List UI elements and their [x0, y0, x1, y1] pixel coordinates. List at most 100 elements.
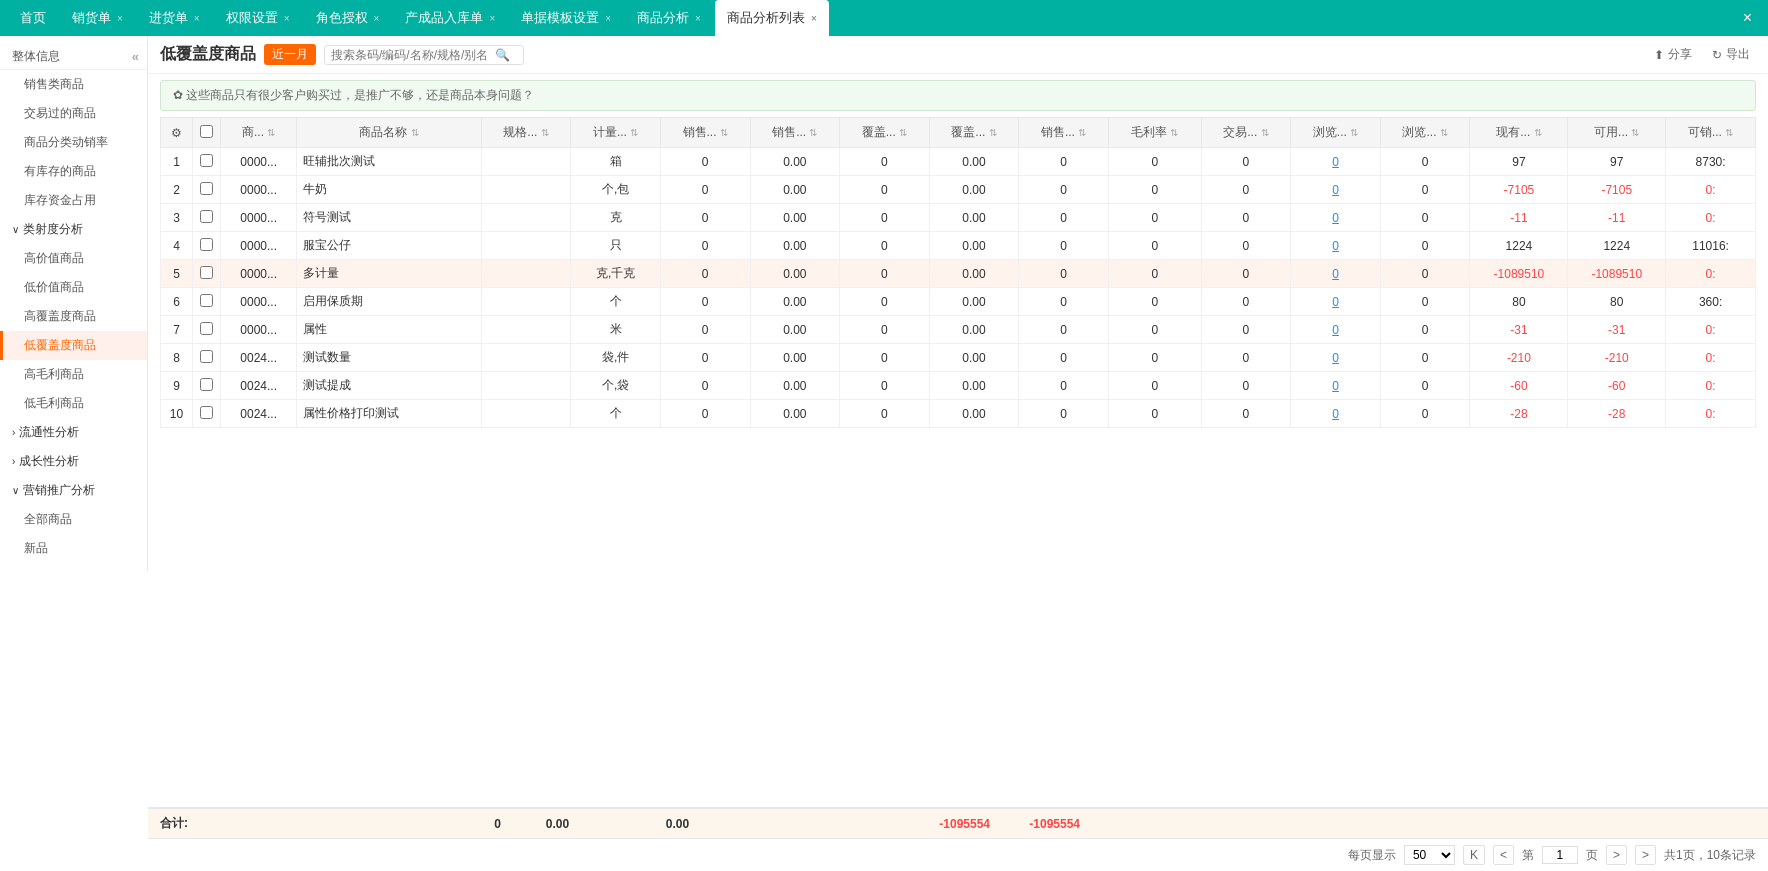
row-checkbox[interactable]	[193, 176, 221, 204]
row-browse1[interactable]: 0	[1291, 204, 1381, 232]
cover1-col-header[interactable]: 覆盖... ⇅	[840, 118, 930, 148]
sidebar-section-marketing-header[interactable]: ∨ 营销推广分析	[0, 476, 147, 505]
nav-tab-analysis-list[interactable]: 商品分析列表 ×	[715, 0, 829, 36]
available-stock-col-header[interactable]: 可用... ⇅	[1568, 118, 1666, 148]
close-icon[interactable]: ×	[811, 13, 817, 24]
next-page-button[interactable]: >	[1606, 845, 1627, 865]
gross-margin-col-header[interactable]: 毛利率 ⇅	[1108, 118, 1201, 148]
row-code: 0000...	[221, 288, 297, 316]
page-number-input[interactable]	[1542, 846, 1578, 864]
nav-tab-products[interactable]: 产成品入库单 ×	[393, 0, 507, 36]
sales-amount-col-header[interactable]: 销售... ⇅	[750, 118, 840, 148]
nav-tab-analysis[interactable]: 商品分析 ×	[625, 0, 713, 36]
row-num: 10	[161, 400, 193, 428]
sidebar-item-low-margin[interactable]: 低毛利商品	[0, 389, 147, 418]
row-browse1[interactable]: 0	[1291, 260, 1381, 288]
period-button[interactable]: 近一月	[264, 44, 316, 65]
top-navigation: 首页 销货单 × 进货单 × 权限设置 × 角色授权 × 产成品入库单 × 单据…	[0, 0, 1768, 36]
nav-tab-permissions[interactable]: 权限设置 ×	[214, 0, 302, 36]
row-sellable: 0:	[1666, 316, 1756, 344]
row-cover2: 0.00	[929, 288, 1019, 316]
row-unit: 个,袋	[571, 372, 661, 400]
close-icon[interactable]: ×	[194, 13, 200, 24]
search-input[interactable]	[331, 48, 491, 62]
last-page-button[interactable]: >	[1635, 845, 1656, 865]
search-icon[interactable]: 🔍	[495, 48, 510, 62]
row-checkbox[interactable]	[193, 288, 221, 316]
row-browse1[interactable]: 0	[1291, 176, 1381, 204]
close-icon[interactable]: ×	[605, 13, 611, 24]
sidebar-section-growth-header[interactable]: › 成长性分析	[0, 447, 147, 476]
settings-col-header[interactable]: ⚙	[161, 118, 193, 148]
row-checkbox[interactable]	[193, 204, 221, 232]
row-checkbox[interactable]	[193, 372, 221, 400]
current-stock-col-header[interactable]: 现有... ⇅	[1470, 118, 1568, 148]
sellable-col-header[interactable]: 可销... ⇅	[1666, 118, 1756, 148]
spec-col-header[interactable]: 规格... ⇅	[481, 118, 571, 148]
close-icon[interactable]: ×	[117, 13, 123, 24]
row-checkbox[interactable]	[193, 400, 221, 428]
sidebar-section-coverage-header[interactable]: ∨ 类射度分析	[0, 215, 147, 244]
row-cover2: 0.00	[929, 148, 1019, 176]
nav-tab-templates[interactable]: 单据模板设置 ×	[509, 0, 623, 36]
row-code: 0000...	[221, 260, 297, 288]
row-browse1[interactable]: 0	[1291, 232, 1381, 260]
sidebar-item-low-coverage[interactable]: 低覆盖度商品	[0, 331, 147, 360]
row-available-stock: 97	[1568, 148, 1666, 176]
row-checkbox[interactable]	[193, 344, 221, 372]
sales-qty-col-header[interactable]: 销售... ⇅	[660, 118, 750, 148]
row-browse1[interactable]: 0	[1291, 344, 1381, 372]
sidebar-item-category-rate[interactable]: 商品分类动销率	[0, 128, 147, 157]
window-close-button[interactable]: ×	[1735, 5, 1760, 31]
row-browse1[interactable]: 0	[1291, 400, 1381, 428]
sales3-col-header[interactable]: 销售... ⇅	[1019, 118, 1109, 148]
cover2-col-header[interactable]: 覆盖... ⇅	[929, 118, 1019, 148]
row-browse1[interactable]: 0	[1291, 372, 1381, 400]
close-icon[interactable]: ×	[489, 13, 495, 24]
row-sales-qty: 0	[660, 288, 750, 316]
sidebar-section-circulation-header[interactable]: › 流通性分析	[0, 418, 147, 447]
row-checkbox[interactable]	[193, 316, 221, 344]
sidebar-item-high-margin[interactable]: 高毛利商品	[0, 360, 147, 389]
table-row: 5 0000... 多计量 克,千克 0 0.00 0 0.00 0 0 0 0…	[161, 260, 1756, 288]
select-all-checkbox[interactable]	[200, 125, 213, 138]
sidebar-item-all-goods[interactable]: 全部商品	[0, 505, 147, 534]
sidebar-header-label: 整体信息	[12, 48, 60, 65]
per-page-select[interactable]: 50 20 100	[1404, 845, 1455, 865]
first-page-button[interactable]: K	[1463, 845, 1485, 865]
share-button[interactable]: ⬆ 分享	[1648, 44, 1698, 65]
transaction-col-header[interactable]: 交易... ⇅	[1201, 118, 1291, 148]
close-icon[interactable]: ×	[695, 13, 701, 24]
sidebar-collapse-button[interactable]: «	[132, 49, 139, 64]
row-checkbox[interactable]	[193, 232, 221, 260]
row-browse2: 0	[1380, 400, 1470, 428]
unit-col-header[interactable]: 计量... ⇅	[571, 118, 661, 148]
browse2-col-header[interactable]: 浏览... ⇅	[1380, 118, 1470, 148]
export-button[interactable]: ↻ 导出	[1706, 44, 1756, 65]
sidebar-item-low-value[interactable]: 低价值商品	[0, 273, 147, 302]
sidebar-item-stocked-goods[interactable]: 有库存的商品	[0, 157, 147, 186]
nav-tab-roles[interactable]: 角色授权 ×	[304, 0, 392, 36]
sidebar-item-traded-goods[interactable]: 交易过的商品	[0, 99, 147, 128]
prev-page-button[interactable]: <	[1493, 845, 1514, 865]
sidebar-item-high-coverage[interactable]: 高覆盖度商品	[0, 302, 147, 331]
close-icon[interactable]: ×	[284, 13, 290, 24]
sidebar-item-new-goods[interactable]: 新品	[0, 534, 147, 563]
row-browse1[interactable]: 0	[1291, 288, 1381, 316]
row-browse1[interactable]: 0	[1291, 316, 1381, 344]
close-icon[interactable]: ×	[374, 13, 380, 24]
sidebar-item-stock-capital[interactable]: 库存资金占用	[0, 186, 147, 215]
row-browse1[interactable]: 0	[1291, 148, 1381, 176]
row-checkbox[interactable]	[193, 148, 221, 176]
nav-tab-sales[interactable]: 销货单 ×	[60, 0, 135, 36]
nav-tab-home[interactable]: 首页	[8, 0, 58, 36]
nav-tab-purchase[interactable]: 进货单 ×	[137, 0, 212, 36]
code-col-header[interactable]: 商... ⇅	[221, 118, 297, 148]
row-checkbox[interactable]	[193, 260, 221, 288]
sidebar-item-high-value[interactable]: 高价值商品	[0, 244, 147, 273]
row-num: 1	[161, 148, 193, 176]
row-browse2: 0	[1380, 176, 1470, 204]
name-col-header[interactable]: 商品名称 ⇅	[297, 118, 481, 148]
browse1-col-header[interactable]: 浏览... ⇅	[1291, 118, 1381, 148]
sidebar-item-sales-goods[interactable]: 销售类商品	[0, 70, 147, 99]
